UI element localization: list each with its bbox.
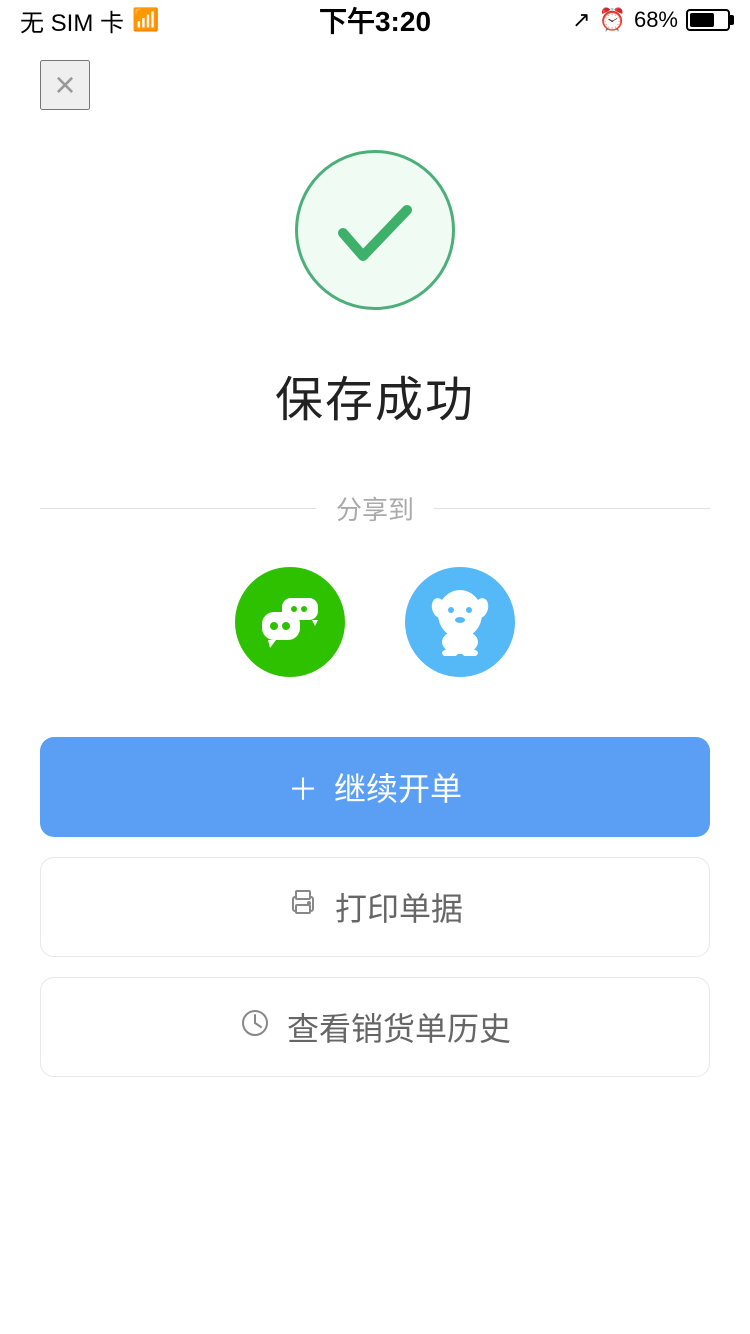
- plus-icon: ＋: [288, 765, 318, 809]
- status-left: 无 SIM 卡 📶: [20, 3, 159, 38]
- divider-line-left: [40, 508, 316, 509]
- share-label: 分享到: [336, 490, 414, 527]
- wifi-icon: 📶: [132, 7, 159, 33]
- location-icon: ↗: [572, 7, 590, 33]
- main-content: × 保存成功 分享到: [0, 40, 750, 1117]
- share-icons-row: [40, 567, 710, 677]
- print-button[interactable]: 打印单据: [40, 857, 710, 957]
- action-buttons: ＋ 继续开单 打印单据: [40, 737, 710, 1077]
- wechat-icon: [260, 596, 320, 648]
- battery-icon: [686, 9, 730, 31]
- qq-icon: [431, 588, 489, 656]
- history-button[interactable]: 查看销货单历史: [40, 977, 710, 1077]
- history-label: 查看销货单历史: [287, 1004, 511, 1050]
- success-icon-circle: [295, 150, 455, 310]
- continue-order-button[interactable]: ＋ 继续开单: [40, 737, 710, 837]
- alarm-icon: ⏰: [599, 7, 626, 33]
- checkmark-icon: [335, 198, 415, 263]
- close-button[interactable]: ×: [40, 60, 90, 110]
- qq-share-button[interactable]: [405, 567, 515, 677]
- print-icon: [287, 887, 319, 927]
- wechat-share-button[interactable]: [235, 567, 345, 677]
- divider-line-right: [434, 508, 710, 509]
- share-divider: 分享到: [40, 490, 710, 527]
- status-right: ↗ ⏰ 68%: [572, 7, 730, 33]
- share-section: 分享到: [40, 490, 710, 677]
- status-bar: 无 SIM 卡 📶 下午3:20 ↗ ⏰ 68%: [0, 0, 750, 40]
- clock-icon: [239, 1007, 271, 1047]
- battery-text: 68%: [634, 7, 678, 33]
- success-title: 保存成功: [275, 360, 475, 430]
- close-icon: ×: [54, 67, 75, 103]
- status-time: 下午3:20: [319, 0, 431, 40]
- print-label: 打印单据: [335, 884, 463, 930]
- continue-order-label: 继续开单: [334, 764, 462, 810]
- no-sim-text: 无 SIM 卡: [20, 3, 124, 38]
